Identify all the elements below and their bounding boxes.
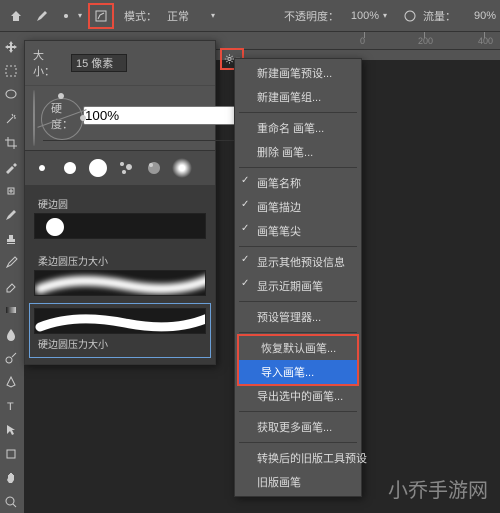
brush-size-preview[interactable]	[56, 6, 76, 26]
opacity-label: 不透明度：	[284, 8, 339, 24]
ruler-tick-label: 0	[360, 36, 365, 46]
path-select-tool-icon[interactable]	[0, 419, 22, 441]
brush-tip-thumb[interactable]	[143, 157, 165, 179]
menu-legacy-brushes[interactable]: 旧版画笔	[235, 470, 361, 494]
menu-show-recent-brushes[interactable]: 显示近期画笔	[235, 274, 361, 298]
menu-brush-tip[interactable]: 画笔笔尖	[235, 219, 361, 243]
eyedropper-tool-icon[interactable]	[0, 156, 22, 178]
brush-preset-list: 硬边圆 柔边圆压力大小 硬边圆压力大小	[25, 185, 215, 364]
menu-preset-manager[interactable]: 预设管理器...	[235, 305, 361, 329]
pressure-opacity-icon[interactable]	[401, 4, 419, 28]
menu-export-selected-brushes[interactable]: 导出选中的画笔...	[235, 384, 361, 408]
brush-tip-thumb[interactable]	[59, 157, 81, 179]
brush-preset-item[interactable]: 硬边圆	[29, 189, 211, 244]
brush-preset-name: 硬边圆压力大小	[34, 334, 206, 353]
mode-label: 模式：	[124, 8, 157, 24]
move-tool-icon[interactable]	[0, 36, 22, 58]
brush-tip-thumb[interactable]	[171, 157, 193, 179]
menu-new-brush-preset[interactable]: 新建画笔预设...	[235, 61, 361, 85]
lasso-tool-icon[interactable]	[0, 84, 22, 106]
brush-preset-item[interactable]: 柔边圆压力大小	[29, 246, 211, 301]
zoom-tool-icon[interactable]	[0, 491, 22, 513]
menu-separator	[239, 301, 357, 302]
menu-show-additional-info[interactable]: 显示其他预设信息	[235, 250, 361, 274]
ruler-tick-label: 400	[478, 36, 493, 46]
brush-tool-sidebar-icon[interactable]	[0, 204, 22, 226]
menu-get-more-brushes[interactable]: 获取更多画笔...	[235, 415, 361, 439]
angle-picker[interactable]	[33, 90, 35, 146]
menu-brush-name[interactable]: 画笔名称	[235, 171, 361, 195]
brush-preset-panel: 大小： 硬度： 硬边圆 柔边圆压力大小	[24, 40, 216, 365]
brush-tip-grid	[25, 150, 215, 185]
menu-restore-default-brushes[interactable]: 恢复默认画笔...	[239, 336, 357, 360]
menu-new-brush-group[interactable]: 新建画笔组...	[235, 85, 361, 109]
pen-tool-icon[interactable]	[0, 371, 22, 393]
brush-size-input[interactable]	[71, 54, 127, 72]
import-brushes-highlight: 恢复默认画笔... 导入画笔...	[237, 334, 359, 386]
gradient-tool-icon[interactable]	[0, 299, 22, 321]
menu-separator	[239, 332, 357, 333]
shape-tool-icon[interactable]	[0, 443, 22, 465]
brush-preset-name: 柔边圆压力大小	[34, 251, 206, 270]
brush-stroke-preview	[34, 270, 206, 296]
ruler-tick-label: 200	[418, 36, 433, 46]
chevron-down-icon[interactable]: ▾	[78, 11, 86, 20]
history-brush-icon[interactable]	[0, 252, 22, 274]
brush-tip-thumb[interactable]	[115, 157, 137, 179]
brush-tip-thumb[interactable]	[31, 157, 53, 179]
hand-tool-icon[interactable]	[0, 467, 22, 489]
flow-label: 流量：	[423, 8, 456, 24]
menu-converted-legacy-presets[interactable]: 转换后的旧版工具预设	[235, 446, 361, 470]
brush-settings-highlight	[88, 3, 114, 29]
dodge-tool-icon[interactable]	[0, 347, 22, 369]
menu-separator	[239, 246, 357, 247]
brush-panel-toggle-icon[interactable]	[92, 7, 110, 25]
marquee-tool-icon[interactable]	[0, 60, 22, 82]
menu-separator	[239, 167, 357, 168]
brush-stroke-preview	[34, 213, 206, 239]
menu-rename-brush[interactable]: 重命名 画笔...	[235, 116, 361, 140]
blend-mode-select[interactable]: 正常	[163, 6, 209, 26]
blur-tool-icon[interactable]	[0, 323, 22, 345]
left-toolbar: T	[0, 32, 24, 513]
stamp-tool-icon[interactable]	[0, 228, 22, 250]
menu-delete-brush[interactable]: 删除 画笔...	[235, 140, 361, 164]
watermark: 小乔手游网	[388, 474, 488, 503]
crop-tool-icon[interactable]	[0, 132, 22, 154]
chevron-down-icon[interactable]: ▾	[211, 11, 219, 20]
healing-tool-icon[interactable]	[0, 180, 22, 202]
top-toolbar: ▾ 模式： 正常 ▾ 不透明度： 100% ▾ 流量： 90%	[0, 0, 500, 32]
brush-preset-item[interactable]: 硬边圆压力大小	[29, 303, 211, 358]
brush-stroke-preview	[34, 308, 206, 334]
brush-flyout-menu: 新建画笔预设... 新建画笔组... 重命名 画笔... 删除 画笔... 画笔…	[234, 58, 362, 497]
opacity-input[interactable]: 100%	[343, 10, 379, 22]
chevron-down-icon[interactable]: ▾	[383, 11, 391, 20]
menu-separator	[239, 411, 357, 412]
brush-tool-icon[interactable]	[30, 4, 54, 28]
menu-import-brushes[interactable]: 导入画笔...	[239, 360, 357, 384]
wand-tool-icon[interactable]	[0, 108, 22, 130]
svg-text:T: T	[7, 401, 14, 413]
menu-separator	[239, 112, 357, 113]
text-tool-icon[interactable]: T	[0, 395, 22, 417]
eraser-tool-icon[interactable]	[0, 276, 22, 298]
menu-brush-stroke[interactable]: 画笔描边	[235, 195, 361, 219]
brush-preset-name: 硬边圆	[34, 194, 206, 213]
flow-input[interactable]: 90%	[460, 10, 496, 22]
home-icon[interactable]	[4, 4, 28, 28]
size-label: 大小：	[33, 47, 65, 79]
brush-tip-thumb[interactable]	[87, 157, 109, 179]
menu-separator	[239, 442, 357, 443]
